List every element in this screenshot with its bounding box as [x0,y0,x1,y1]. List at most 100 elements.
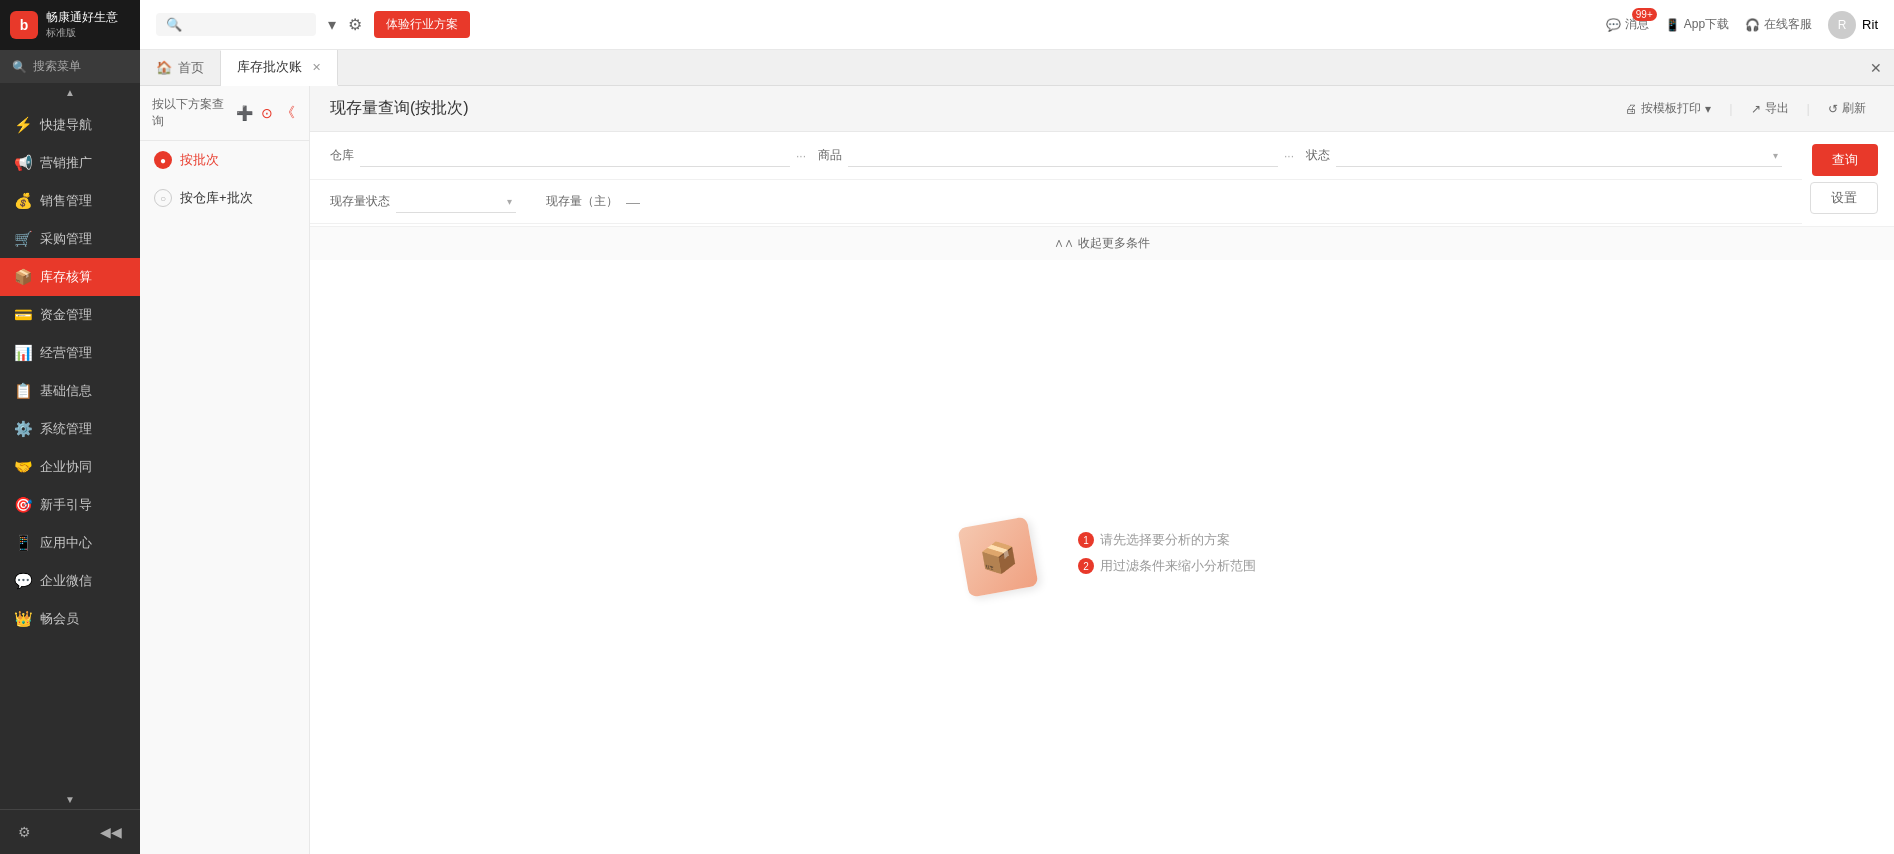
tip-text-2: 用过滤条件来缩小分析范围 [1100,557,1256,575]
divider-1: | [1729,101,1732,116]
scheme-by-batch-label: 按批次 [180,151,219,169]
filter-panel: 按以下方案查询 ➕ ⊙ 《 ● 按批次 ○ 按仓库+批次 [140,86,310,854]
sidebar-label-inventory: 库存核算 [40,268,92,286]
page-title: 现存量查询(按批次) [330,98,469,119]
print-template-button[interactable]: 🖨 按模板打印 ▾ [1617,96,1719,121]
main-content: 🔍 ▾ ⚙ 体验行业方案 💬 消息 99+ 📱 App下载 🎧 在线客服 R [140,0,1894,854]
app-name: 畅康通好生意 [46,10,118,26]
scheme-active-icon: ● [154,151,172,169]
filter-panel-title: 按以下方案查询 [152,96,234,130]
app-logo: b [10,11,38,39]
sidebar-item-purchase[interactable]: 🛒 采购管理 [0,220,140,258]
purchase-icon: 🛒 [14,230,32,248]
sidebar-search[interactable]: 🔍 搜索菜单 [0,50,140,83]
filter-row-1: 仓库 ··· 商品 ··· 状态 [310,132,1802,180]
product-label: 商品 [818,147,842,164]
collapse-filter-panel-button[interactable]: 《 [279,102,297,124]
status-filter-field: 状态 [1306,144,1782,167]
sidebar-label-new-guide: 新手引导 [40,496,92,514]
sidebar-item-new-guide[interactable]: 🎯 新手引导 [0,486,140,524]
warehouse-more-dots[interactable]: ··· [796,149,806,163]
status-select[interactable] [1336,144,1782,167]
phone-icon: 📱 [1665,18,1680,32]
sidebar-header: b 畅康通好生意 标准版 [0,0,140,50]
sidebar-item-enterprise-collab[interactable]: 🤝 企业协同 [0,448,140,486]
settings-button[interactable]: 设置 [1810,182,1878,214]
sidebar-item-enterprise-wechat[interactable]: 💬 企业微信 [0,562,140,600]
collapse-more-button[interactable]: ∧∧ 收起更多条件 [310,226,1894,260]
avatar: R [1828,11,1856,39]
topbar-gear-icon[interactable]: ⚙ [348,15,362,34]
scheme-inactive-icon: ○ [154,189,172,207]
tab-home-label: 首页 [178,59,204,77]
quick-nav-icon: ⚡ [14,116,32,134]
empty-tips: 1 请先选择要分析的方案 2 用过滤条件来缩小分析范围 [1078,531,1256,583]
sidebar-item-finance[interactable]: 💳 资金管理 [0,296,140,334]
scheme-settings-button[interactable]: ⊙ [259,102,275,124]
scheme-item-by-warehouse-batch[interactable]: ○ 按仓库+批次 [140,179,309,217]
topbar-right: 💬 消息 99+ 📱 App下载 🎧 在线客服 R Rit [1606,11,1878,39]
user-name: Rit [1862,17,1878,32]
divider-2: | [1807,101,1810,116]
system-icon: ⚙️ [14,420,32,438]
inventory-status-select[interactable] [396,190,516,213]
warehouse-input[interactable] [360,144,790,167]
enterprise-wechat-icon: 💬 [14,572,32,590]
sidebar-scroll-down[interactable]: ▼ [0,790,140,809]
sidebar-item-sales[interactable]: 💰 销售管理 [0,182,140,220]
experience-button[interactable]: 体验行业方案 [374,11,470,38]
add-scheme-button[interactable]: ➕ [234,102,255,124]
sidebar-label-marketing: 营销推广 [40,154,92,172]
sidebar-scroll-up[interactable]: ▲ [0,83,140,102]
warehouse-label: 仓库 [330,147,354,164]
topbar-dropdown-icon[interactable]: ▾ [328,15,336,34]
topbar-search-input[interactable] [188,18,288,32]
sidebar-item-member[interactable]: 👑 畅会员 [0,600,140,638]
query-button[interactable]: 查询 [1812,144,1878,176]
page-header: 现存量查询(按批次) 🖨 按模板打印 ▾ | ↗ 导出 | ↺ [310,86,1894,132]
sidebar-item-marketing[interactable]: 📢 营销推广 [0,144,140,182]
app-download-button[interactable]: 📱 App下载 [1665,16,1729,33]
warehouse-filter-field: 仓库 ··· [330,144,806,167]
tab-close-inventory-batch[interactable]: ✕ [312,61,321,74]
scheme-item-by-batch[interactable]: ● 按批次 [140,141,309,179]
tab-inventory-batch-label: 库存批次账 [237,58,302,76]
sidebar-item-basics[interactable]: 📋 基础信息 [0,372,140,410]
sidebar-label-operations: 经营管理 [40,344,92,362]
tab-home[interactable]: 🏠 首页 [140,51,221,85]
collapse-sidebar-button[interactable]: ◀◀ [96,820,126,844]
inventory-amount-label: 现存量（主） [546,193,618,210]
online-service-button[interactable]: 🎧 在线客服 [1745,16,1812,33]
print-dropdown-icon[interactable]: ▾ [1705,102,1711,116]
product-filter-field: 商品 ··· [818,144,1294,167]
product-more-dots[interactable]: ··· [1284,149,1294,163]
amount-dash: — [626,194,640,210]
operations-icon: 📊 [14,344,32,362]
topbar: 🔍 ▾ ⚙ 体验行业方案 💬 消息 99+ 📱 App下载 🎧 在线客服 R [140,0,1894,50]
tab-inventory-batch[interactable]: 库存批次账 ✕ [221,50,338,86]
close-tab-panel-button[interactable]: ✕ [1858,52,1894,84]
sidebar-item-operations[interactable]: 📊 经营管理 [0,334,140,372]
topbar-search-area[interactable]: 🔍 [156,13,316,36]
refresh-button[interactable]: ↺ 刷新 [1820,96,1874,121]
user-initials: R [1838,18,1847,32]
sidebar-item-quick-nav[interactable]: ⚡ 快捷导航 [0,106,140,144]
export-button[interactable]: ↗ 导出 [1743,96,1797,121]
sidebar: b 畅康通好生意 标准版 🔍 搜索菜单 ▲ ⚡ 快捷导航 📢 营销推广 💰 销售… [0,0,140,854]
sidebar-label-app-center: 应用中心 [40,534,92,552]
sidebar-item-inventory[interactable]: 📦 库存核算 [0,258,140,296]
user-menu[interactable]: R Rit [1828,11,1878,39]
sidebar-item-system[interactable]: ⚙️ 系统管理 [0,410,140,448]
tip-num-1: 1 [1078,532,1094,548]
product-input[interactable] [848,144,1278,167]
sidebar-item-app-center[interactable]: 📱 应用中心 [0,524,140,562]
export-icon: ↗ [1751,102,1761,116]
sidebar-label-enterprise-wechat: 企业微信 [40,572,92,590]
search-icon: 🔍 [12,60,27,74]
marketing-icon: 📢 [14,154,32,172]
message-button[interactable]: 💬 消息 99+ [1606,16,1649,33]
print-label: 按模板打印 [1641,100,1701,117]
online-service-label: 在线客服 [1764,16,1812,33]
empty-state: 1 请先选择要分析的方案 2 用过滤条件来缩小分析范围 [310,260,1894,854]
settings-footer-button[interactable]: ⚙ [14,820,35,844]
